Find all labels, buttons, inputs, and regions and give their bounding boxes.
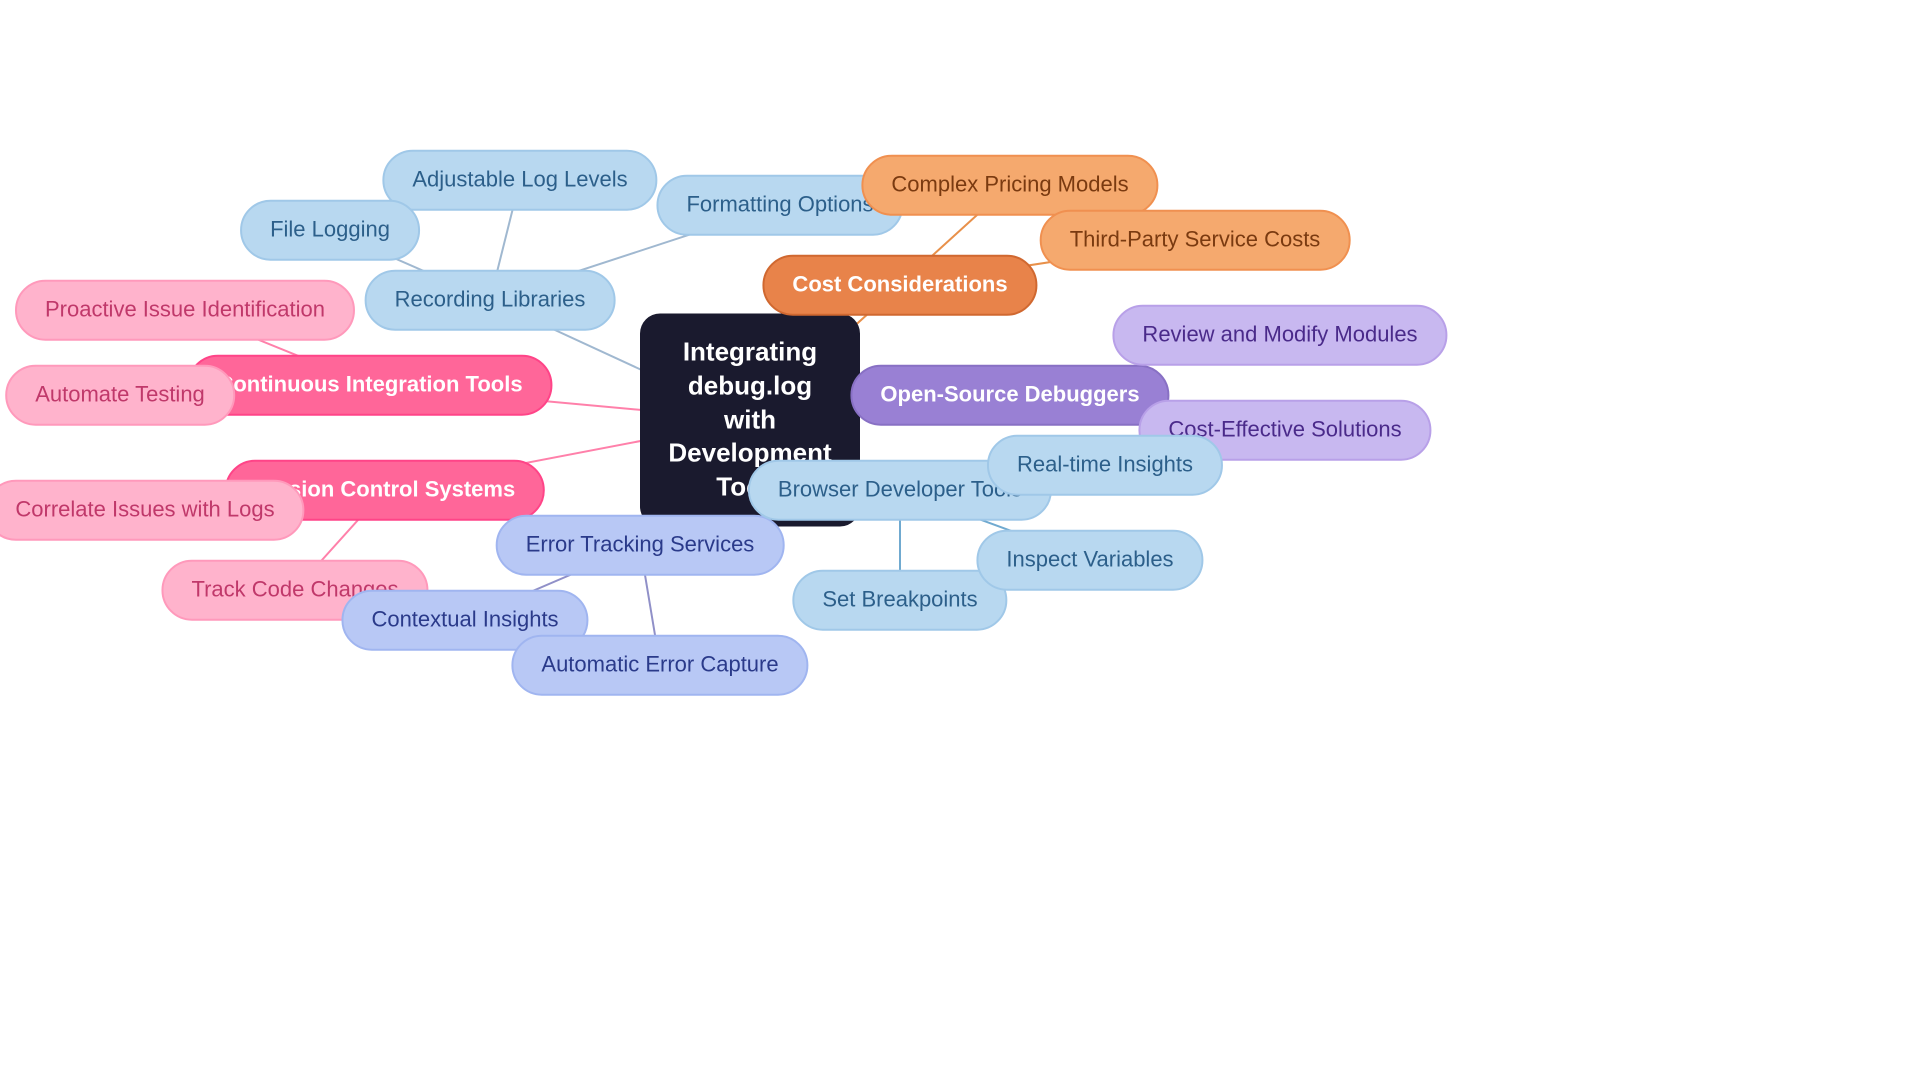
node-complex-pricing-models[interactable]: Complex Pricing Models bbox=[861, 155, 1158, 216]
node-cost-considerations[interactable]: Cost Considerations bbox=[762, 255, 1037, 316]
node-automate-testing[interactable]: Automate Testing bbox=[5, 365, 235, 426]
node-continuous-integration-tools[interactable]: Continuous Integration Tools bbox=[187, 355, 552, 416]
node-set-breakpoints[interactable]: Set Breakpoints bbox=[792, 570, 1007, 631]
mindmap-container: Integrating debug.log with Development T… bbox=[0, 0, 1920, 1083]
node-file-logging[interactable]: File Logging bbox=[240, 200, 420, 261]
node-correlate-issues-with-logs[interactable]: Correlate Issues with Logs bbox=[0, 480, 305, 541]
node-recording-libraries[interactable]: Recording Libraries bbox=[365, 270, 616, 331]
node-open-source-debuggers[interactable]: Open-Source Debuggers bbox=[850, 365, 1169, 426]
node-automatic-error-capture[interactable]: Automatic Error Capture bbox=[511, 635, 808, 696]
node-review-and-modify-modules[interactable]: Review and Modify Modules bbox=[1112, 305, 1447, 366]
node-inspect-variables[interactable]: Inspect Variables bbox=[976, 530, 1203, 591]
node-error-tracking-services[interactable]: Error Tracking Services bbox=[496, 515, 785, 576]
node-real-time-insights[interactable]: Real-time Insights bbox=[987, 435, 1223, 496]
node-third-party-service-costs[interactable]: Third-Party Service Costs bbox=[1040, 210, 1351, 271]
node-adjustable-log-levels[interactable]: Adjustable Log Levels bbox=[382, 150, 657, 211]
node-proactive-issue-identification[interactable]: Proactive Issue Identification bbox=[15, 280, 355, 341]
